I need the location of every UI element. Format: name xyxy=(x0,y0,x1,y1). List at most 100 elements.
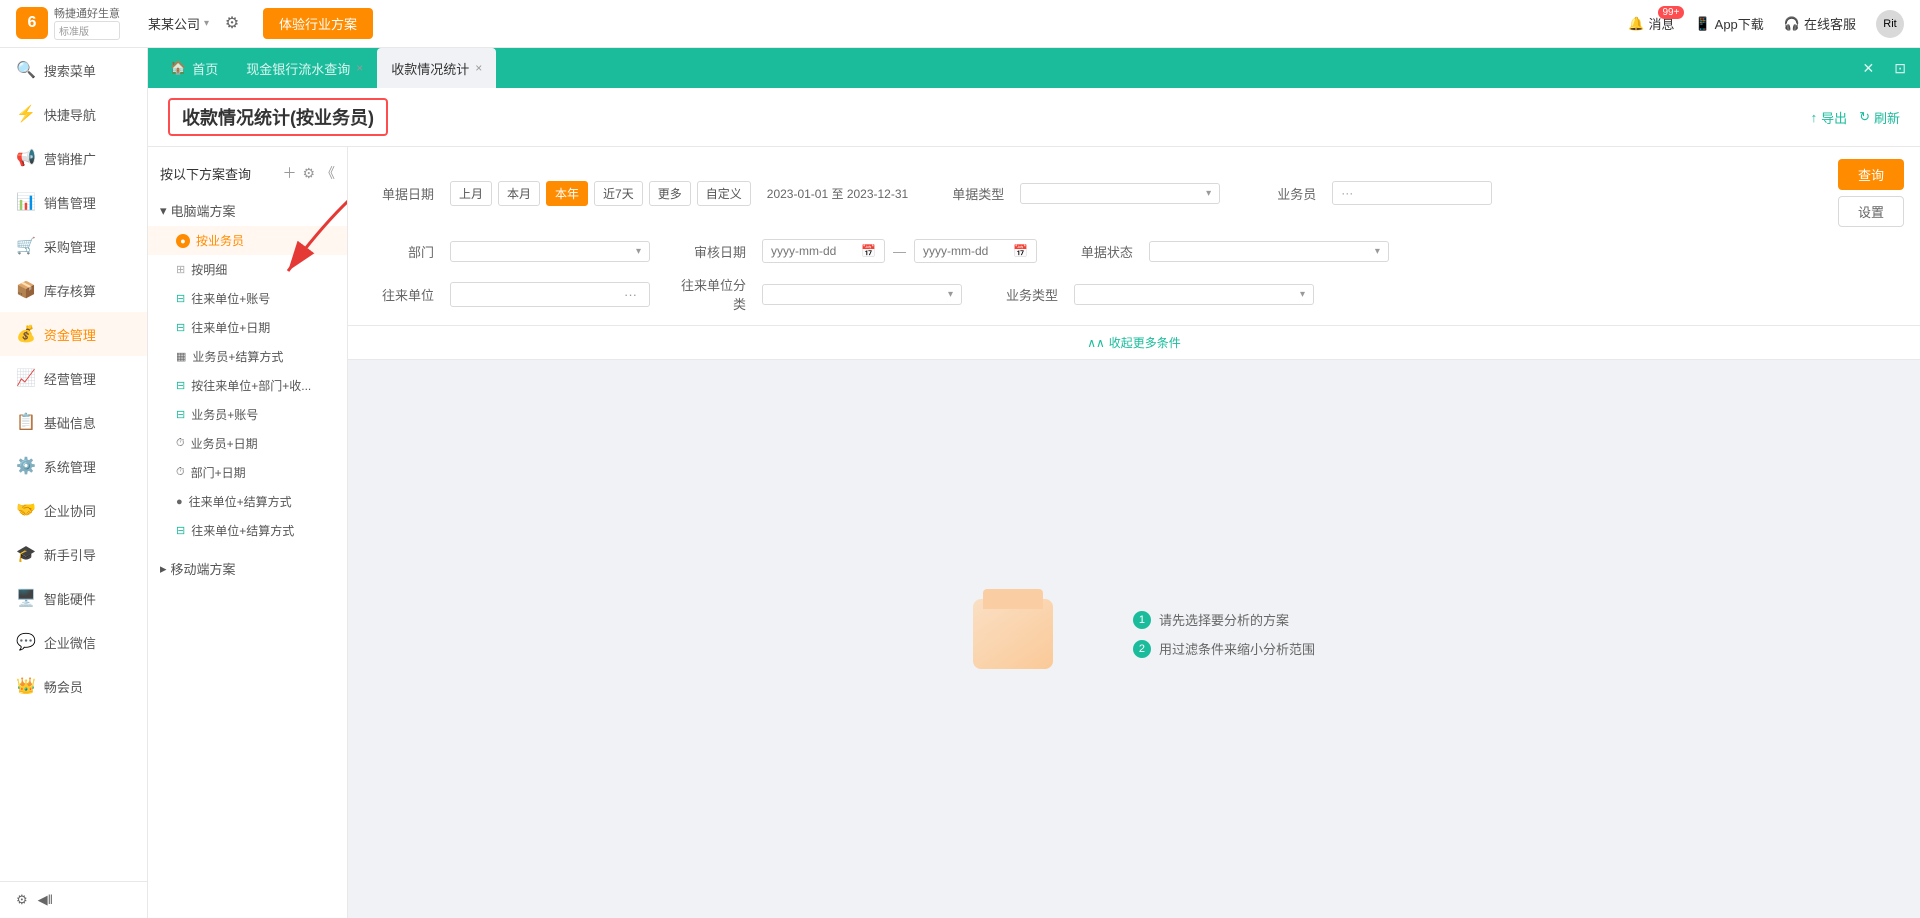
sidebar-item-basic[interactable]: 📋 基础信息 xyxy=(0,400,147,444)
hardware-icon: 🖥️ xyxy=(16,588,36,608)
online-service-label: 在线客服 xyxy=(1804,14,1856,33)
sidebar-item-marketing[interactable]: 📢 营销推广 xyxy=(0,136,147,180)
sidebar-item-inventory[interactable]: 📦 库存核算 xyxy=(0,268,147,312)
desktop-section-label: 电脑端方案 xyxy=(171,201,236,220)
date-btn-this-year[interactable]: 本年 xyxy=(546,181,588,206)
tab-bank-close[interactable]: × xyxy=(356,61,363,75)
unit-category-select[interactable]: ▾ xyxy=(762,284,962,305)
settings-button[interactable]: 设置 xyxy=(1838,196,1904,227)
add-scheme-icon[interactable]: ＋ xyxy=(282,163,296,183)
tab-maximize-btn[interactable]: ⊡ xyxy=(1888,56,1912,81)
sidebar-settings-icon[interactable]: ⚙ xyxy=(16,892,28,908)
sidebar-item-enterprise[interactable]: 🤝 企业协同 xyxy=(0,488,147,532)
date-btn-custom[interactable]: 自定义 xyxy=(697,181,751,206)
date-label: 单据日期 xyxy=(364,184,434,203)
tree-child-unit-dept-collect[interactable]: ⊟ 按往来单位+部门+收... xyxy=(148,371,347,400)
service-icon: 🎧 xyxy=(1784,16,1800,32)
doc-type-select[interactable]: ▾ xyxy=(1020,183,1220,204)
sidebar-item-wechat[interactable]: 💬 企业微信 xyxy=(0,620,147,664)
tree-child-salesman-account[interactable]: ⊟ 业务员+账号 xyxy=(148,400,347,429)
guide-icon: 🎓 xyxy=(16,544,36,564)
tree-child-unit-settlement2[interactable]: ⊟ 往来单位+结算方式 xyxy=(148,516,347,545)
salesman-select[interactable]: ··· xyxy=(1332,181,1492,205)
date-btn-last-month[interactable]: 上月 xyxy=(450,181,492,206)
salesman-account-icon: ⊟ xyxy=(176,408,185,421)
logo-area: 6 畅捷通好生意 标准版 xyxy=(16,7,120,40)
sidebar-item-member[interactable]: 👑 畅会员 xyxy=(0,664,147,708)
empty-box-graphic xyxy=(973,599,1053,669)
tree-child-unit-date[interactable]: ⊟ 往来单位+日期 xyxy=(148,313,347,342)
collapse-btn[interactable]: ∧∧ 收起更多条件 xyxy=(348,328,1920,357)
sidebar-collapse-icon[interactable]: ◀‖ xyxy=(38,892,53,908)
sidebar-item-operation[interactable]: 📈 经营管理 xyxy=(0,356,147,400)
dept-select[interactable]: ▾ xyxy=(450,241,650,262)
trial-button[interactable]: 体验行业方案 xyxy=(263,8,373,39)
step-2-num: 2 xyxy=(1133,640,1151,658)
system-icon: ⚙️ xyxy=(16,456,36,476)
doc-status-select[interactable]: ▾ xyxy=(1149,241,1389,262)
tab-home[interactable]: 🏠 首页 xyxy=(156,48,232,88)
sidebar-item-purchase[interactable]: 🛒 采购管理 xyxy=(0,224,147,268)
settings-icon-btn[interactable]: ⚙ xyxy=(217,8,247,38)
user-initials: Rit xyxy=(1883,18,1896,30)
tree-child-dept-date[interactable]: ⏱ 部门+日期 xyxy=(148,458,347,487)
manage-scheme-icon[interactable]: ⚙ xyxy=(302,165,315,182)
tab-bar-right: ✕ ⊡ xyxy=(1857,56,1912,81)
sidebar: 🔍 搜索菜单 ⚡ 快捷导航 📢 营销推广 📊 销售管理 🛒 采购管理 📦 库存核… xyxy=(0,48,148,918)
tree-child-by-detail[interactable]: ⊞ 按明细 xyxy=(148,255,347,284)
unit-select[interactable]: ··· xyxy=(450,282,650,307)
sidebar-item-finance[interactable]: 💰 资金管理 xyxy=(0,312,147,356)
date-btn-this-month[interactable]: 本月 xyxy=(498,181,540,206)
audit-date-from-input[interactable] xyxy=(771,244,861,258)
collapse-label: 收起更多条件 xyxy=(1109,334,1181,351)
audit-date-to[interactable]: 📅 xyxy=(914,239,1037,263)
tab-receipt-close[interactable]: × xyxy=(475,61,482,75)
chevron-down-icon: ▾ xyxy=(204,18,209,29)
audit-date-from[interactable]: 📅 xyxy=(762,239,885,263)
collapse-panel-icon[interactable]: 《 xyxy=(321,163,335,183)
export-btn[interactable]: ↑ 导出 xyxy=(1811,108,1848,127)
user-avatar[interactable]: Rit xyxy=(1876,10,1904,38)
basic-icon: 📋 xyxy=(16,412,36,432)
notification-btn[interactable]: 🔔 消息 99+ xyxy=(1628,14,1674,33)
sidebar-item-quicknav[interactable]: ⚡ 快捷导航 xyxy=(0,92,147,136)
tree-child-salesman-settlement[interactable]: ▦ 业务员+结算方式 xyxy=(148,342,347,371)
tree-child-salesman-date[interactable]: ⏱ 业务员+日期 xyxy=(148,429,347,458)
refresh-btn[interactable]: ↻ 刷新 xyxy=(1859,108,1900,127)
tab-receipt[interactable]: 收款情况统计 × xyxy=(377,48,496,88)
inventory-icon: 📦 xyxy=(16,280,36,300)
date-range-text: 2023-01-01 至 2023-12-31 xyxy=(767,185,908,202)
sidebar-item-guide[interactable]: 🎓 新手引导 xyxy=(0,532,147,576)
sidebar-item-sales[interactable]: 📊 销售管理 xyxy=(0,180,147,224)
app-download-btn[interactable]: 📱 App下载 xyxy=(1694,14,1763,33)
biz-type-select[interactable]: ▾ xyxy=(1074,284,1314,305)
audit-date-label: 审核日期 xyxy=(676,242,746,261)
scheme-label-unit-account: 往来单位+账号 xyxy=(191,290,270,307)
sidebar-item-system[interactable]: ⚙️ 系统管理 xyxy=(0,444,147,488)
unit-settlement1-icon: ● xyxy=(176,496,183,508)
online-service-btn[interactable]: 🎧 在线客服 xyxy=(1784,14,1856,33)
sidebar-label-basic: 基础信息 xyxy=(44,413,96,432)
tree-collapse-icon: ▸ xyxy=(160,561,167,577)
company-selector[interactable]: 某某公司 ▾ xyxy=(148,14,209,33)
sidebar-item-hardware[interactable]: 🖥️ 智能硬件 xyxy=(0,576,147,620)
tab-close-all-btn[interactable]: ✕ xyxy=(1857,56,1881,81)
salesman-label: 业务员 xyxy=(1246,184,1316,203)
tree-parent-mobile[interactable]: ▸ 移动端方案 xyxy=(148,553,347,584)
tree-child-by-salesman[interactable]: ● 按业务员 xyxy=(148,226,347,255)
empty-state: 1 请先选择要分析的方案 2 用过滤条件来缩小分析范围 xyxy=(348,360,1920,918)
sidebar-item-search[interactable]: 🔍 搜索菜单 xyxy=(0,48,147,92)
tab-bank[interactable]: 现金银行流水查询 × xyxy=(232,48,377,88)
tree-child-unit-account[interactable]: ⊟ 往来单位+账号 xyxy=(148,284,347,313)
calendar-from-icon: 📅 xyxy=(861,244,876,258)
refresh-label: 刷新 xyxy=(1874,108,1900,127)
date-btn-7days[interactable]: 近7天 xyxy=(594,181,643,206)
audit-date-to-input[interactable] xyxy=(923,244,1013,258)
tree-parent-desktop[interactable]: ▾ 电脑端方案 xyxy=(148,195,347,226)
tree-child-unit-settlement1[interactable]: ● 往来单位+结算方式 xyxy=(148,487,347,516)
sidebar-label-sales: 销售管理 xyxy=(44,193,96,212)
date-btn-more[interactable]: 更多 xyxy=(649,181,691,206)
query-button[interactable]: 查询 xyxy=(1838,159,1904,190)
scheme-label-unit-settlement2: 往来单位+结算方式 xyxy=(191,522,294,539)
filter-row-2: 部门 ▾ 审核日期 📅 — xyxy=(364,239,1904,263)
